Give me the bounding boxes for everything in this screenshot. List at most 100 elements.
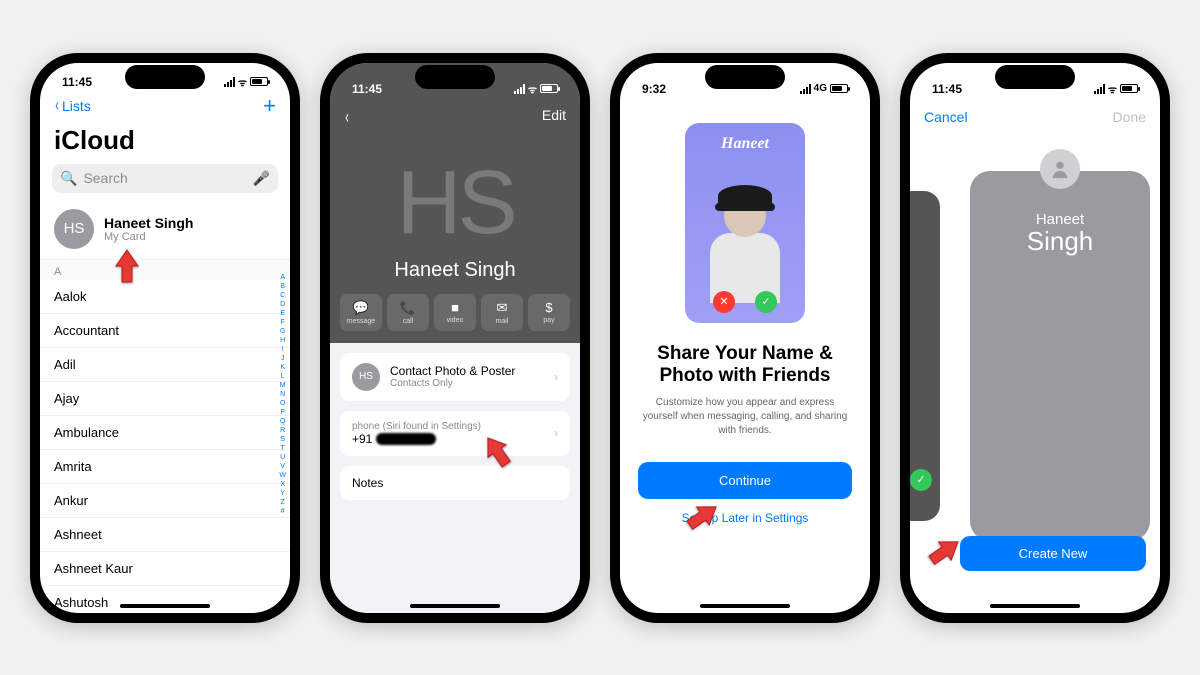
notch — [415, 65, 495, 89]
contact-detail-screen: 11:45 ᯤ ‹ Edit HS Haneet Singh 💬message📞… — [330, 63, 580, 613]
contacts-list-screen: 11:45 ᯤ ‹Lists + iCloud 🔍 Search 🎤 HS Ha… — [40, 63, 290, 613]
message-icon: 💬 — [353, 300, 369, 316]
call-icon: 📞 — [400, 300, 416, 316]
battery-icon — [540, 84, 558, 93]
contact-photo-poster-cell[interactable]: HS Contact Photo & Poster Contacts Only … — [340, 353, 570, 401]
notch — [705, 65, 785, 89]
action-mail[interactable]: ✉mail — [481, 294, 523, 331]
battery-icon — [830, 84, 848, 93]
poster-editor-screen: 11:45 ᯤ Cancel Done ✓ Haneet Singh Creat… — [910, 63, 1160, 613]
chevron-right-icon: › — [554, 370, 558, 384]
current-poster-card[interactable]: Haneet Singh — [970, 171, 1150, 541]
last-name: Singh — [970, 226, 1150, 257]
action-call[interactable]: 📞call — [387, 294, 429, 331]
notch — [995, 65, 1075, 89]
avatar: HS — [54, 209, 94, 249]
contact-row[interactable]: Aalok — [40, 280, 290, 314]
time: 9:32 — [642, 82, 666, 96]
my-card-name: Haneet Singh — [104, 215, 193, 231]
time: 11:45 — [932, 82, 962, 96]
search-placeholder: Search — [83, 170, 127, 186]
home-indicator[interactable] — [120, 604, 210, 608]
contact-name: Haneet Singh — [330, 259, 580, 294]
phone-3: 9:32 4G Haneet ✕ ✓ Share Your Name & Pho… — [610, 53, 880, 623]
cell-title: Contact Photo & Poster — [390, 364, 515, 378]
contact-row[interactable]: Ajay — [40, 382, 290, 416]
call-buttons: ✕ ✓ — [685, 291, 805, 313]
contact-row[interactable]: Accountant — [40, 314, 290, 348]
my-card-sub: My Card — [104, 231, 193, 243]
cell-sub: Contacts Only — [390, 378, 515, 389]
phone-label: phone (Siri found in Settings) — [352, 421, 558, 432]
search-input[interactable]: 🔍 Search 🎤 — [52, 164, 278, 193]
back-label: Lists — [62, 98, 91, 114]
edit-button[interactable]: Edit — [542, 107, 566, 128]
time: 11:45 — [352, 82, 382, 96]
pay-icon: $ — [545, 300, 552, 315]
mail-icon: ✉ — [497, 300, 508, 316]
contact-row[interactable]: Ankur — [40, 484, 290, 518]
time: 11:45 — [62, 75, 92, 89]
poster-name: Haneet — [685, 135, 805, 153]
action-video[interactable]: ■video — [434, 294, 476, 331]
home-indicator[interactable] — [410, 604, 500, 608]
contact-row[interactable]: Ashneet — [40, 518, 290, 552]
share-title: Share Your Name & Photo with Friends — [638, 343, 852, 389]
mic-icon[interactable]: 🎤 — [253, 170, 270, 187]
action-message[interactable]: 💬message — [340, 294, 382, 331]
contact-row[interactable]: Ashneet Kaur — [40, 552, 290, 586]
share-name-photo-screen: 9:32 4G Haneet ✕ ✓ Share Your Name & Pho… — [620, 63, 870, 613]
signal-icon — [224, 77, 235, 87]
add-button[interactable]: + — [263, 93, 276, 119]
signal-icon — [514, 84, 525, 94]
contacts-list: AalokAccountantAdilAjayAmbulanceAmritaAn… — [40, 280, 290, 613]
contact-row[interactable]: Ambulance — [40, 416, 290, 450]
phone-prefix: +91 — [352, 432, 372, 446]
contact-initials: HS — [330, 132, 580, 259]
nav-bar: ‹Lists + — [40, 89, 290, 123]
avatar-placeholder-icon — [1040, 149, 1080, 189]
done-button[interactable]: Done — [1113, 109, 1146, 125]
chevron-right-icon: › — [554, 426, 558, 440]
action-buttons: 💬message📞call■video✉mail$pay — [330, 294, 580, 343]
notch — [125, 65, 205, 89]
phone-1: 11:45 ᯤ ‹Lists + iCloud 🔍 Search 🎤 HS Ha… — [30, 53, 300, 623]
action-pay[interactable]: $pay — [528, 294, 570, 331]
search-icon: 🔍 — [60, 170, 77, 187]
section-header: A — [40, 260, 290, 280]
status-icons: ᯤ — [224, 75, 268, 89]
network-label: 4G — [814, 83, 827, 94]
chevron-left-icon: ‹ — [55, 95, 59, 116]
detail-body: HS Contact Photo & Poster Contacts Only … — [330, 343, 580, 613]
contact-row[interactable]: Ashutosh — [40, 586, 290, 613]
page-title: iCloud — [40, 123, 290, 164]
previous-poster-card[interactable]: ✓ — [910, 191, 940, 521]
home-indicator[interactable] — [990, 604, 1080, 608]
decline-icon: ✕ — [713, 291, 735, 313]
create-new-button[interactable]: Create New — [960, 536, 1146, 571]
battery-icon — [250, 77, 268, 86]
back-button[interactable]: ‹ — [345, 107, 349, 128]
accept-icon: ✓ — [755, 291, 777, 313]
back-button[interactable]: ‹Lists — [54, 93, 91, 119]
callout-arrow — [112, 248, 142, 284]
phone-4: 11:45 ᯤ Cancel Done ✓ Haneet Singh Creat… — [900, 53, 1170, 623]
accept-icon: ✓ — [910, 469, 932, 491]
phone-cell[interactable]: phone (Siri found in Settings) +91 › — [340, 411, 570, 456]
wifi-icon: ᯤ — [238, 75, 247, 89]
continue-button[interactable]: Continue — [638, 462, 852, 499]
notes-cell[interactable]: Notes — [340, 466, 570, 500]
my-card-row[interactable]: HS Haneet Singh My Card — [40, 203, 290, 260]
poster-preview: Haneet ✕ ✓ — [685, 123, 805, 323]
home-indicator[interactable] — [700, 604, 790, 608]
signal-icon — [1094, 84, 1105, 94]
person-illustration — [695, 165, 795, 305]
contact-row[interactable]: Adil — [40, 348, 290, 382]
phone-2: 11:45 ᯤ ‹ Edit HS Haneet Singh 💬message📞… — [320, 53, 590, 623]
cancel-button[interactable]: Cancel — [924, 109, 968, 125]
alpha-index[interactable]: ABCDEFGHIJKLMNOPQRSTUVWXYZ# — [279, 273, 286, 516]
header-area: 11:45 ᯤ ‹ Edit HS Haneet Singh 💬message📞… — [330, 63, 580, 343]
contact-row[interactable]: Amrita — [40, 450, 290, 484]
body: Haneet ✕ ✓ Share Your Name & Photo with … — [620, 103, 870, 613]
nav-bar: Cancel Done — [910, 103, 1160, 131]
